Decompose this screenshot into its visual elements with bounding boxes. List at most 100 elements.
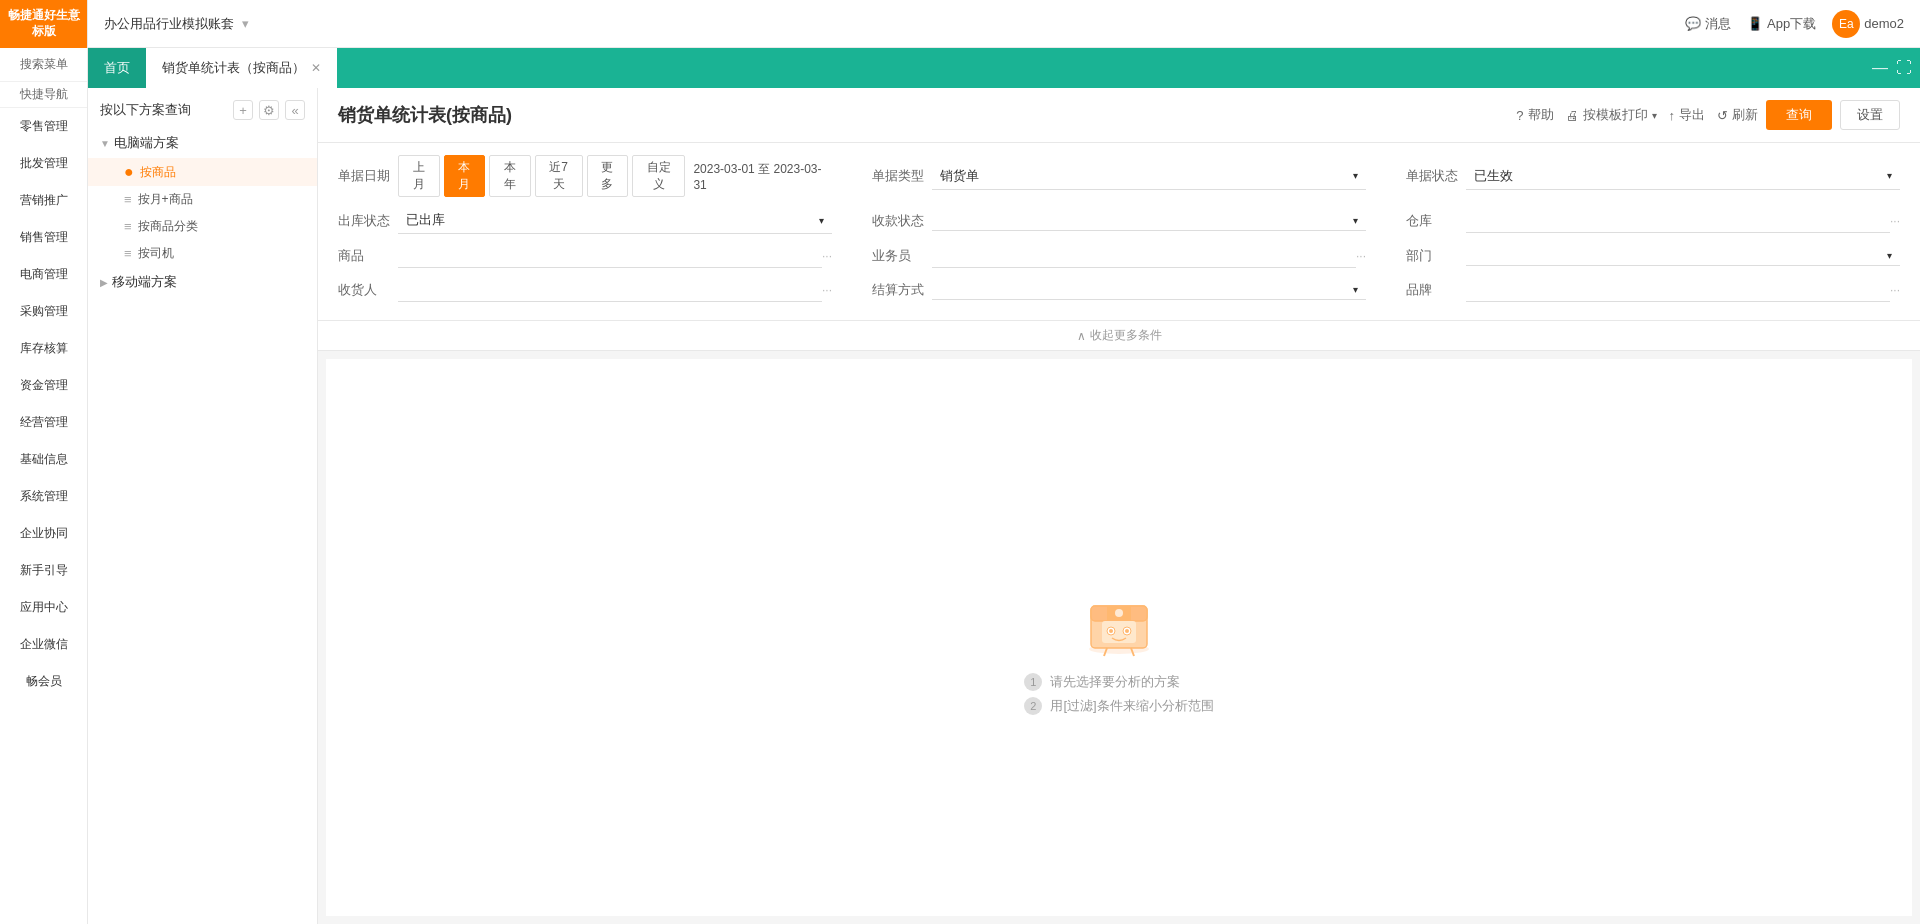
date-7days-btn[interactable]: 近7天: [535, 155, 583, 197]
sidebar-item-label: 畅会员: [26, 673, 62, 690]
out-status-select[interactable]: 已出库 ▾: [398, 207, 832, 234]
tree-item-by-month-product[interactable]: ≡ 按月+商品: [88, 186, 317, 213]
sidebar-item-system[interactable]: 系统管理: [0, 478, 87, 515]
setting-button[interactable]: 设置: [1840, 100, 1900, 130]
brand-dots-btn[interactable]: ···: [1890, 283, 1900, 297]
app-logo[interactable]: 畅捷通好生意 标版: [0, 0, 87, 48]
collapse-bar[interactable]: ∧ 收起更多条件: [318, 321, 1920, 351]
scheme-tree: ▼ 电脑端方案 ● 按商品 ≡ 按月+商品 ≡ 按商品分类 ≡ 按司机: [88, 128, 317, 297]
print-btn[interactable]: 🖨 按模板打印 ▾: [1566, 106, 1657, 124]
tab-report[interactable]: 销货单统计表（按商品） ✕: [146, 48, 337, 88]
sidebar-item-label: 销售管理: [20, 229, 68, 246]
tab-home[interactable]: 首页: [88, 48, 146, 88]
sidebar-item-purchase[interactable]: 采购管理: [0, 293, 87, 330]
filter-doc-status-field: 单据状态 已生效 ▾: [1406, 163, 1900, 190]
tree-collapse-icon: ▶: [100, 277, 108, 288]
date-selector: 上月 本月 本年 近7天 更多 自定义 2023-03-01 至 2023-03…: [398, 155, 832, 197]
sidebar-item-capital[interactable]: 资金管理: [0, 367, 87, 404]
empty-state: 1 请先选择要分析的方案 2 用[过滤]条件来缩小分析范围: [326, 359, 1912, 916]
warehouse-label: 仓库: [1406, 212, 1466, 230]
sidebar-item-app-center[interactable]: 应用中心: [0, 589, 87, 626]
add-scheme-btn[interactable]: +: [233, 100, 253, 120]
date-more-btn[interactable]: 更多: [587, 155, 629, 197]
tip-num-1: 1: [1024, 673, 1042, 691]
filter-brand-field: 品牌 ···: [1406, 278, 1900, 302]
sidebar-item-label: 新手引导: [20, 562, 68, 579]
empty-illustration: [1069, 561, 1169, 661]
tab-close-btn[interactable]: ✕: [311, 61, 321, 75]
date-this-year-btn[interactable]: 本年: [489, 155, 531, 197]
query-button[interactable]: 查询: [1766, 100, 1832, 130]
sidebar-item-basic[interactable]: 基础信息: [0, 441, 87, 478]
tree-item-by-product[interactable]: ● 按商品: [88, 158, 317, 186]
collapse-panel-btn[interactable]: «: [285, 100, 305, 120]
sidebar-item-operations[interactable]: 经营管理: [0, 404, 87, 441]
warehouse-dots-btn[interactable]: ···: [1890, 214, 1900, 228]
sidebar-item-zero-retail[interactable]: 零售管理: [0, 108, 87, 145]
phone-icon: 📱: [1747, 16, 1763, 31]
recipient-input[interactable]: [398, 278, 822, 302]
sidebar-item-member[interactable]: 畅会员: [0, 663, 87, 700]
sidebar-item-label: 营销推广: [20, 192, 68, 209]
sidebar-item-ecommerce[interactable]: 电商管理: [0, 256, 87, 293]
date-range-display: 2023-03-01 至 2023-03-31: [693, 161, 832, 192]
product-label: 商品: [338, 247, 398, 265]
date-custom-btn[interactable]: 自定义: [632, 155, 685, 197]
doc-type-select[interactable]: 销货单 ▾: [932, 163, 1366, 190]
left-panel-header: 按以下方案查询 + ⚙ «: [88, 100, 317, 128]
sidebar-item-guide[interactable]: 新手引导: [0, 552, 87, 589]
dept-chevron-icon: ▾: [1887, 250, 1892, 261]
minimize-icon[interactable]: —: [1872, 59, 1888, 77]
product-dots-btn[interactable]: ···: [822, 249, 832, 263]
export-icon: ↑: [1669, 108, 1676, 123]
sidebar-item-label: 系统管理: [20, 488, 68, 505]
user-avatar-btn[interactable]: Ea demo2: [1832, 10, 1904, 38]
help-btn[interactable]: ? 帮助: [1516, 106, 1553, 124]
product-input[interactable]: [398, 244, 822, 268]
maximize-icon[interactable]: ⛶: [1896, 59, 1912, 77]
app-download-btn[interactable]: 📱 App下载: [1747, 15, 1816, 33]
quick-nav-btn[interactable]: 快捷导航: [0, 82, 87, 108]
chevron-down-icon[interactable]: ▾: [242, 16, 249, 31]
date-last-month-btn[interactable]: 上月: [398, 155, 440, 197]
doc-status-select[interactable]: 已生效 ▾: [1466, 163, 1900, 190]
sidebar-item-marketing[interactable]: 营销推广: [0, 182, 87, 219]
warehouse-input[interactable]: [1466, 209, 1890, 233]
sidebar: 畅捷通好生意 标版 搜索菜单 快捷导航 零售管理批发管理营销推广销售管理电商管理…: [0, 0, 88, 924]
sidebar-item-label: 企业协同: [20, 525, 68, 542]
date-this-month-btn[interactable]: 本月: [444, 155, 486, 197]
tip-num-2: 2: [1024, 697, 1042, 715]
sidebar-item-inventory[interactable]: 库存核算: [0, 330, 87, 367]
search-menu-btn[interactable]: 搜索菜单: [0, 48, 87, 82]
sidebar-item-enterprise[interactable]: 企业协同: [0, 515, 87, 552]
active-scheme-icon: ●: [124, 163, 134, 181]
recipient-dots-btn[interactable]: ···: [822, 283, 832, 297]
refresh-btn[interactable]: ↺ 刷新: [1717, 106, 1758, 124]
sidebar-item-wholesale[interactable]: 批发管理: [0, 145, 87, 182]
sidebar-item-label: 零售管理: [20, 118, 68, 135]
salesperson-input[interactable]: [932, 244, 1356, 268]
salesperson-dots-btn[interactable]: ···: [1356, 249, 1366, 263]
message-btn[interactable]: 💬 消息: [1685, 15, 1731, 33]
sidebar-item-label: 电商管理: [20, 266, 68, 283]
filter-row-3: 商品 ··· 业务员 ··· 部门: [338, 244, 1900, 268]
sidebar-item-wechat[interactable]: 企业微信: [0, 626, 87, 663]
tree-mobile-parent[interactable]: ▶ 移动端方案: [88, 267, 317, 297]
message-icon: 💬: [1685, 16, 1701, 31]
tree-item-by-driver[interactable]: ≡ 按司机: [88, 240, 317, 267]
tree-pc-parent[interactable]: ▼ 电脑端方案: [88, 128, 317, 158]
export-btn[interactable]: ↑ 导出: [1669, 106, 1706, 124]
panel-header-label: 按以下方案查询: [100, 101, 191, 119]
pay-status-select[interactable]: ▾: [932, 211, 1366, 231]
svg-point-8: [1109, 629, 1113, 633]
right-panel: 销货单统计表(按商品) ? 帮助 🖨 按模板打印 ▾ ↑: [318, 88, 1920, 924]
tree-item-by-category[interactable]: ≡ 按商品分类: [88, 213, 317, 240]
brand-input[interactable]: [1466, 278, 1890, 302]
dept-select[interactable]: ▾: [1466, 246, 1900, 266]
collapse-up-icon: ∧: [1077, 329, 1086, 343]
settings-scheme-btn[interactable]: ⚙: [259, 100, 279, 120]
sidebar-item-label: 采购管理: [20, 303, 68, 320]
doc-type-chevron-icon: ▾: [1353, 170, 1358, 181]
payment-select[interactable]: ▾: [932, 280, 1366, 300]
sidebar-item-sales[interactable]: 销售管理: [0, 219, 87, 256]
